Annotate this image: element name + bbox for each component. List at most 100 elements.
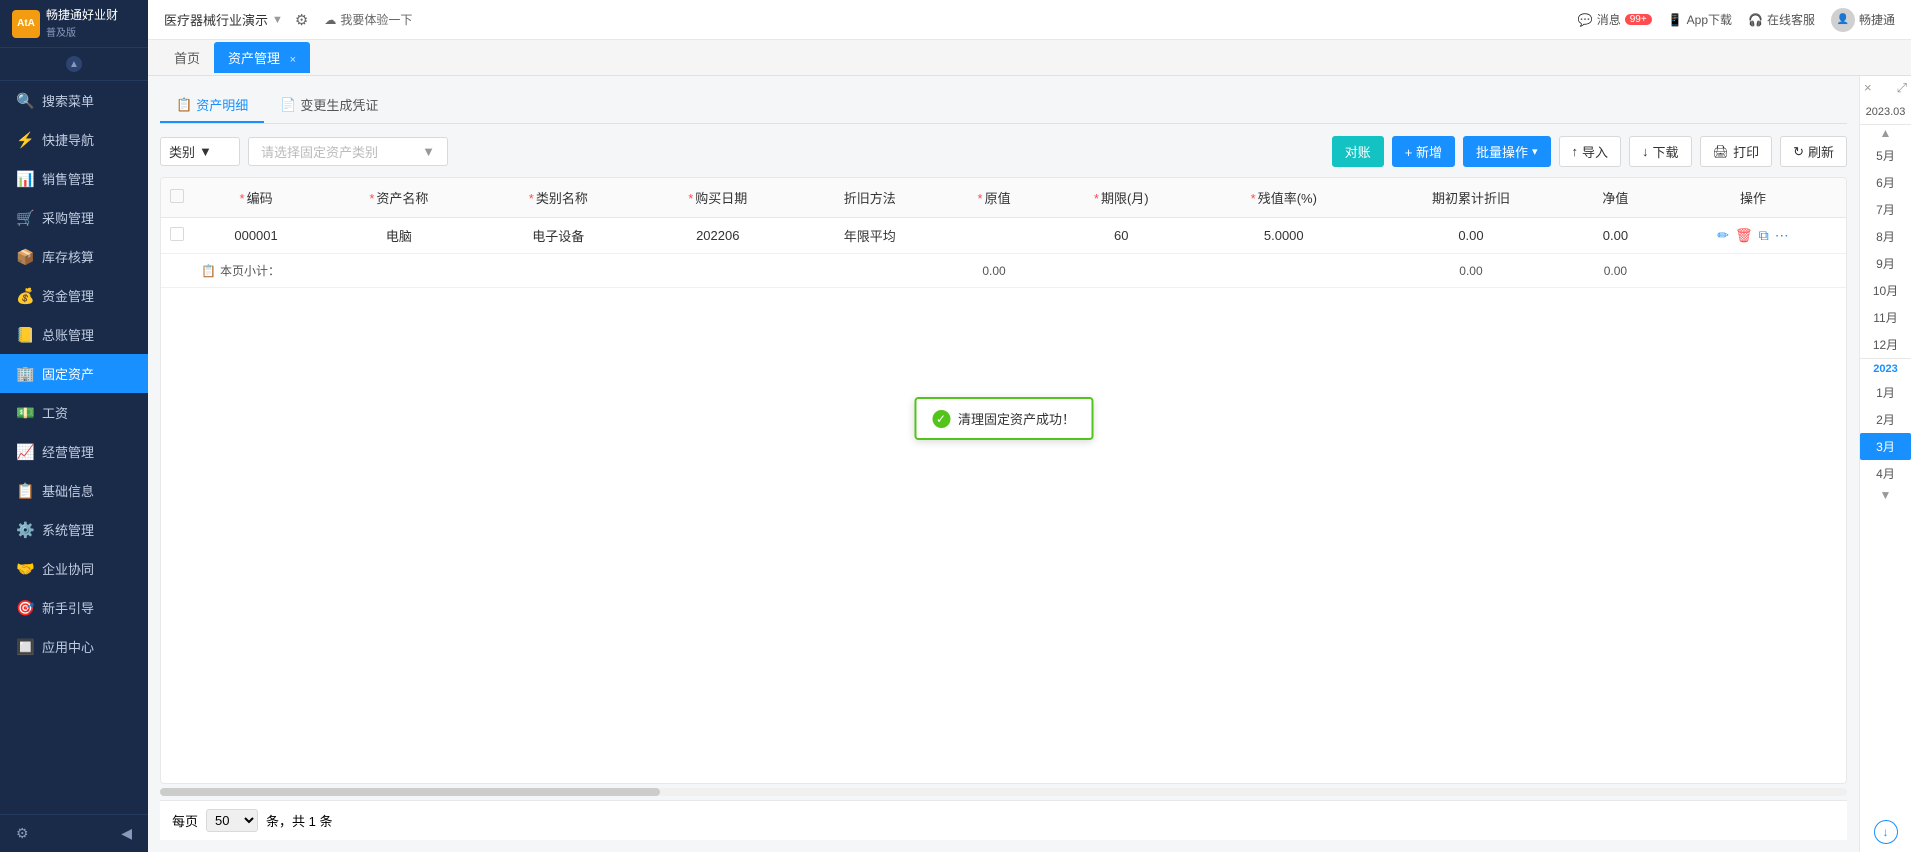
- refresh-icon: ↻: [1793, 144, 1804, 160]
- pagination: 每页 50 100 条，共 1 条: [160, 800, 1847, 840]
- tab-asset-mgmt[interactable]: 资产管理 ×: [214, 42, 310, 73]
- company-selector[interactable]: 医疗器械行业演示 ▼: [164, 10, 283, 29]
- timeline-up-arrow[interactable]: ▲: [1880, 125, 1892, 142]
- timeline-month-5[interactable]: 5月: [1860, 142, 1911, 169]
- user-profile[interactable]: 👤 畅捷通: [1831, 8, 1895, 32]
- timeline-month-12[interactable]: 12月: [1860, 331, 1911, 358]
- page-size-select[interactable]: 50 100: [206, 809, 258, 832]
- cell-action: ✏ 🗑 ⧉ ⋯: [1660, 218, 1846, 254]
- scrollbar-thumb[interactable]: [160, 788, 660, 796]
- app-version: 普及版: [46, 24, 118, 39]
- timeline-header: 2023.03: [1860, 100, 1911, 125]
- user-avatar: 👤: [1831, 8, 1855, 32]
- timeline-year-2023: 2023: [1860, 358, 1911, 379]
- sub-tab-asset-list[interactable]: 📋 资产明细: [160, 88, 264, 123]
- timeline-month-4[interactable]: 4月: [1860, 460, 1911, 487]
- online-service-btn[interactable]: 🎧 在线客服: [1748, 11, 1815, 28]
- select-all-cell[interactable]: [161, 178, 193, 218]
- sidebar-item-system[interactable]: ⚙️ 系统管理: [0, 510, 148, 549]
- sidebar-item-ops[interactable]: 📈 经营管理: [0, 432, 148, 471]
- sidebar-item-guide[interactable]: 🎯 新手引导: [0, 588, 148, 627]
- sidebar-item-sales[interactable]: 📊 销售管理: [0, 159, 148, 198]
- table-row: 000001 电脑 电子设备 202206 年限平均 60 5.0000 0.0…: [161, 218, 1846, 254]
- asset-list-icon: 📋: [176, 97, 192, 113]
- timeline-expand-icon[interactable]: ⤢: [1897, 80, 1907, 96]
- cell-name: 电脑: [319, 218, 478, 254]
- system-icon: ⚙️: [16, 521, 34, 539]
- download-button[interactable]: ↓ 下载: [1629, 136, 1692, 167]
- timeline-down-arrow[interactable]: ▼: [1880, 487, 1892, 504]
- timeline-month-7[interactable]: 7月: [1860, 196, 1911, 223]
- message-btn[interactable]: 💬 消息 99+: [1578, 11, 1652, 28]
- sidebar-item-basic[interactable]: 📋 基础信息: [0, 471, 148, 510]
- sidebar-label-ledger: 总账管理: [42, 325, 94, 344]
- edit-icon[interactable]: ✏: [1717, 227, 1729, 244]
- timeline-month-6[interactable]: 6月: [1860, 169, 1911, 196]
- cell-category: 电子设备: [479, 218, 638, 254]
- sidebar-item-purchase[interactable]: 🛒 采购管理: [0, 198, 148, 237]
- success-toast: ✓ 清理固定资产成功！: [914, 397, 1093, 440]
- collab-icon: 🤝: [16, 560, 34, 578]
- refresh-button[interactable]: ↻ 刷新: [1780, 136, 1847, 167]
- cell-original-value: [942, 218, 1046, 254]
- new-button[interactable]: + 新增: [1392, 136, 1455, 167]
- category-filter[interactable]: 类别 ▼: [160, 137, 240, 166]
- category-input[interactable]: 请选择固定资产类别 ▼: [248, 137, 448, 166]
- timeline-month-1[interactable]: 1月: [1860, 379, 1911, 406]
- sidebar-label-basic: 基础信息: [42, 481, 94, 500]
- timeline-down-arrows: ▼: [1880, 487, 1892, 504]
- sidebar-label-sales: 销售管理: [42, 169, 94, 188]
- tab-close-icon[interactable]: ×: [290, 54, 296, 66]
- sidebar-item-payroll[interactable]: 💵 工资: [0, 393, 148, 432]
- sidebar-item-fixed[interactable]: 🏢 固定资产: [0, 354, 148, 393]
- sidebar-label-funds: 资金管理: [42, 286, 94, 305]
- timeline-month-8[interactable]: 8月: [1860, 223, 1911, 250]
- print-icon: 🖨: [1713, 144, 1730, 160]
- horizontal-scrollbar[interactable]: [160, 788, 1847, 796]
- sidebar-label-guide: 新手引导: [42, 598, 94, 617]
- tab-home[interactable]: 首页: [160, 42, 214, 73]
- download-icon: ↓: [1642, 144, 1649, 159]
- sidebar-item-ledger[interactable]: 📒 总账管理: [0, 315, 148, 354]
- sidebar-item-quicknav[interactable]: ⚡ 快捷导航: [0, 120, 148, 159]
- row-checkbox[interactable]: [170, 227, 184, 241]
- timeline-month-9[interactable]: 9月: [1860, 250, 1911, 277]
- total-label: 条，共 1 条: [266, 811, 332, 830]
- sidebar-item-search[interactable]: 🔍 搜索菜单: [0, 81, 148, 120]
- message-label: 消息: [1597, 11, 1621, 28]
- import-button[interactable]: ↑ 导入: [1559, 136, 1622, 167]
- sidebar-item-apps[interactable]: 🔲 应用中心: [0, 627, 148, 666]
- print-button[interactable]: 🖨 打印: [1700, 136, 1773, 167]
- success-check-icon: ✓: [932, 410, 950, 428]
- select-all-checkbox[interactable]: [170, 189, 184, 203]
- collapse-icon[interactable]: ◀: [121, 825, 132, 842]
- sidebar-label-apps: 应用中心: [42, 637, 94, 656]
- sub-tab-voucher-gen[interactable]: 📄 变更生成凭证: [264, 88, 394, 123]
- batch-ops-button[interactable]: 批量操作: [1463, 136, 1551, 167]
- topbar-settings-icon[interactable]: ⚙: [295, 11, 308, 29]
- experience-btn[interactable]: ☁ 我要体验一下: [324, 11, 412, 28]
- row-checkbox-cell[interactable]: [161, 218, 193, 254]
- settings-icon[interactable]: ⚙: [16, 825, 29, 842]
- timeline-circle-btn[interactable]: ↓: [1874, 820, 1898, 844]
- download-icon: 📱: [1668, 13, 1683, 27]
- sidebar-item-inventory[interactable]: 📦 库存核算: [0, 237, 148, 276]
- sidebar-item-funds[interactable]: 💰 资金管理: [0, 276, 148, 315]
- timeline-close-icon[interactable]: ×: [1864, 80, 1872, 96]
- more-icon[interactable]: ⋯: [1775, 227, 1789, 244]
- reconcile-button[interactable]: 对账: [1332, 136, 1384, 167]
- timeline-month-3-current[interactable]: 3月: [1860, 433, 1911, 460]
- timeline-month-2[interactable]: 2月: [1860, 406, 1911, 433]
- app-download-btn[interactable]: 📱 App下载: [1668, 11, 1732, 28]
- sidebar-scroll-up[interactable]: ▲: [66, 56, 82, 72]
- topbar: 医疗器械行业演示 ▼ ⚙ ☁ 我要体验一下 💬 消息 99+ 📱 App下载 🎧…: [148, 0, 1911, 40]
- delete-icon[interactable]: 🗑: [1735, 227, 1753, 244]
- timeline-month-11[interactable]: 11月: [1860, 304, 1911, 331]
- logo-icon: AtA: [12, 10, 40, 38]
- sidebar-item-collab[interactable]: 🤝 企业协同: [0, 549, 148, 588]
- copy-icon[interactable]: ⧉: [1759, 227, 1769, 244]
- timeline-month-10[interactable]: 10月: [1860, 277, 1911, 304]
- filter-row: 类别 ▼ 请选择固定资产类别 ▼: [160, 137, 448, 166]
- topbar-right: 💬 消息 99+ 📱 App下载 🎧 在线客服 👤 畅捷通: [1578, 8, 1895, 32]
- username: 畅捷通: [1859, 11, 1895, 28]
